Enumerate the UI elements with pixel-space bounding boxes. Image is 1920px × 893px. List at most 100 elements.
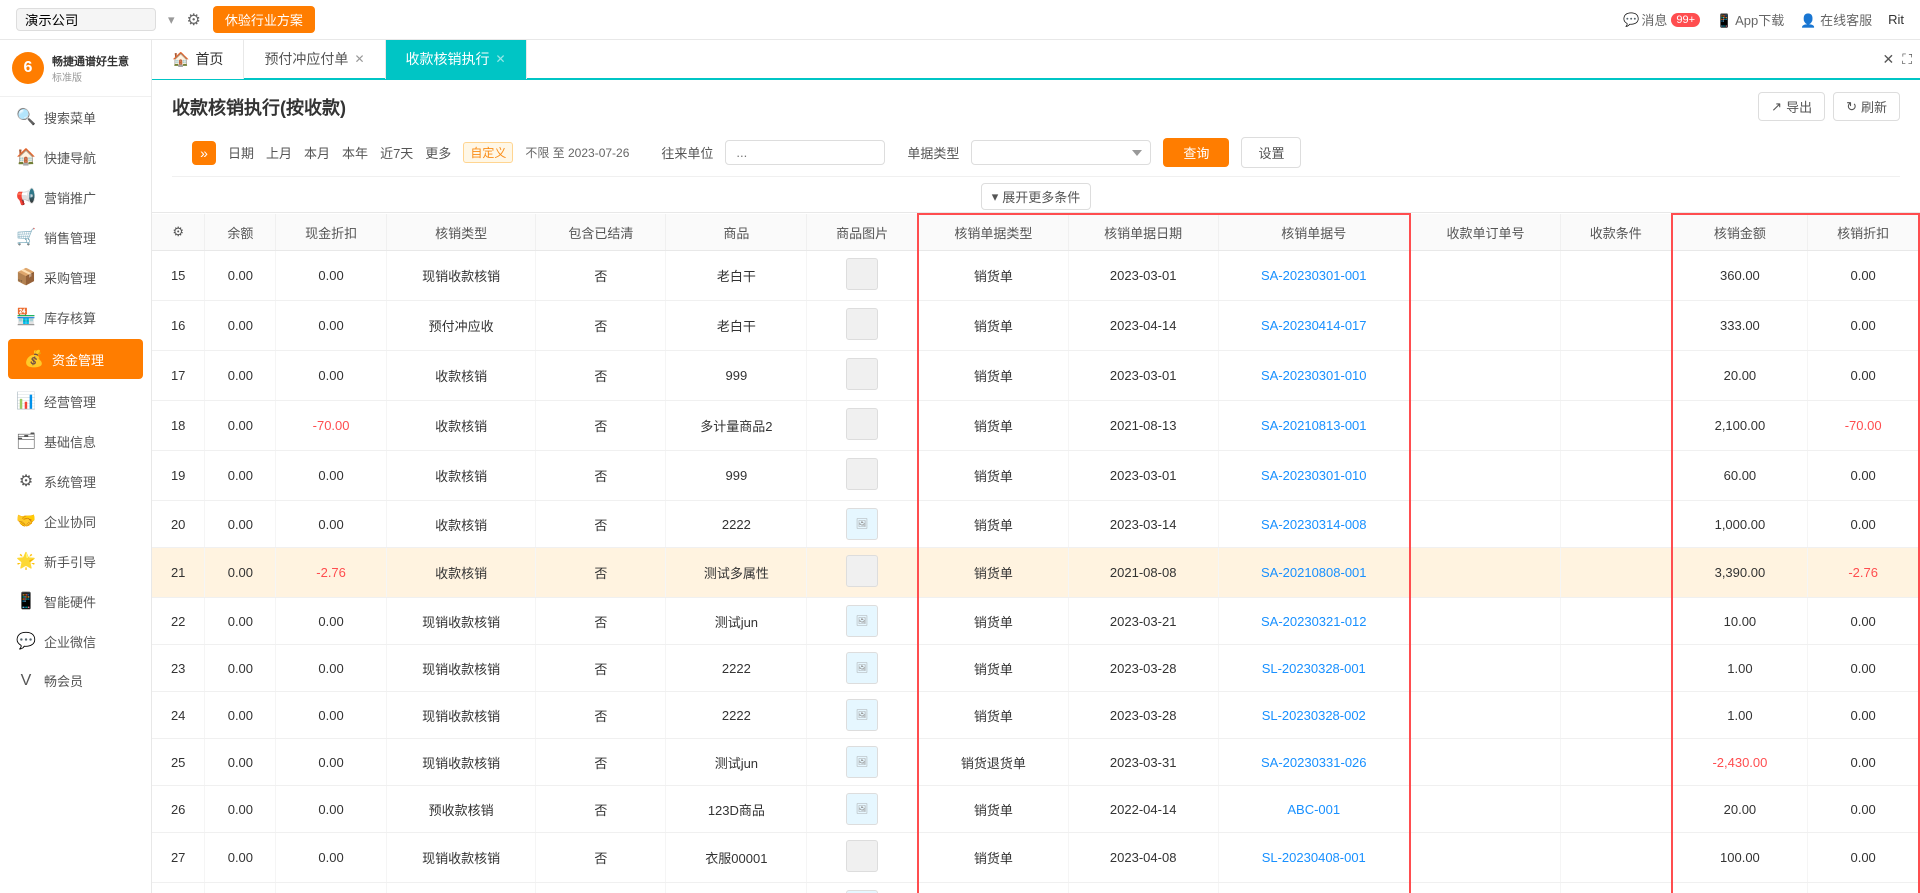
sidebar-item-inventory[interactable]: 🏪 库存核算 bbox=[0, 297, 151, 337]
col-header-settings[interactable]: ⚙ bbox=[152, 214, 205, 251]
verify-bill-no-cell[interactable]: SA-20230301-010 bbox=[1218, 351, 1410, 401]
verify-bill-date-cell: 2023-03-14 bbox=[1068, 501, 1218, 548]
verify-bill-no-cell[interactable]: SL-20230328-001 bbox=[1218, 645, 1410, 692]
verify-bill-no-link[interactable]: SA-20230321-012 bbox=[1261, 614, 1367, 629]
verify-bill-no-link[interactable]: SA-20210808-001 bbox=[1261, 565, 1367, 580]
verify-discount-cell: 0.00 bbox=[1808, 786, 1919, 833]
verify-bill-no-link[interactable]: SL-20230408-001 bbox=[1262, 850, 1366, 865]
sidebar-item-finance[interactable]: 💰 资金管理 bbox=[8, 339, 143, 379]
verify-bill-no-cell[interactable]: SL-20230328-002 bbox=[1218, 692, 1410, 739]
expand-icon[interactable]: ⛶ bbox=[1902, 51, 1912, 68]
verify-bill-no-link[interactable]: SL-20230328-002 bbox=[1262, 708, 1366, 723]
verify-bill-no-link[interactable]: SA-20230331-026 bbox=[1261, 755, 1367, 770]
verify-bill-no-link[interactable]: SA-20230314-008 bbox=[1261, 517, 1367, 532]
tab-home[interactable]: 🏠 首页 bbox=[152, 40, 244, 79]
verify-bill-type-cell: 销货单 bbox=[918, 501, 1068, 548]
query-button[interactable]: 查询 bbox=[1163, 138, 1229, 167]
sidebar-item-basic[interactable]: 🗂 基础信息 bbox=[0, 421, 151, 461]
sidebar-item-purchase[interactable]: 📦 采购管理 bbox=[0, 257, 151, 297]
tab-receipt[interactable]: 收款核销执行 ✕ bbox=[386, 40, 527, 79]
verify-discount-cell: 0.00 bbox=[1808, 645, 1919, 692]
verify-bill-no-link[interactable]: ABC-001 bbox=[1287, 802, 1340, 817]
receipt-condition-cell bbox=[1560, 351, 1671, 401]
verify-bill-no-cell[interactable]: ABC-001 bbox=[1218, 786, 1410, 833]
gear-icon[interactable]: ⚙ bbox=[187, 10, 201, 30]
receipt-order-no-cell bbox=[1410, 692, 1560, 739]
tab-receipt-close-icon[interactable]: ✕ bbox=[496, 52, 506, 66]
expand-more-button[interactable]: ▾ 展开更多条件 bbox=[981, 183, 1092, 210]
data-table-container[interactable]: ⚙余额现金折扣核销类型包含已结清商品商品图片核销单据类型核销单据日期核销单据号收… bbox=[152, 213, 1920, 893]
sidebar-item-member[interactable]: V 畅会员 bbox=[0, 661, 151, 700]
app-download-link[interactable]: 📱 App下载 bbox=[1716, 10, 1784, 29]
last7-link[interactable]: 近7天 bbox=[380, 143, 413, 162]
this-year-link[interactable]: 本年 bbox=[342, 143, 368, 162]
filter-expand-button[interactable]: » bbox=[192, 141, 216, 165]
filter-settings-button[interactable]: 设置 bbox=[1241, 137, 1301, 168]
sidebar-item-shortcut[interactable]: 🏠 快捷导航 bbox=[0, 137, 151, 177]
verify-bill-no-cell[interactable]: SA-20230314-008 bbox=[1218, 501, 1410, 548]
col-header-receipt_condition: 收款条件 bbox=[1560, 214, 1671, 251]
verify-bill-no-cell[interactable]: SA-20230301-010 bbox=[1218, 451, 1410, 501]
verify-bill-no-cell[interactable]: SA-20230301-001 bbox=[1218, 251, 1410, 301]
basic-icon: 🗂 bbox=[16, 431, 36, 451]
verify-amount-cell: 100.00 bbox=[1672, 883, 1808, 893]
voucher-type-select[interactable] bbox=[971, 140, 1151, 165]
management-icon: 📊 bbox=[16, 391, 36, 411]
last-month-link[interactable]: 上月 bbox=[266, 143, 292, 162]
product-image bbox=[846, 358, 878, 390]
sidebar-item-wechat[interactable]: 💬 企业微信 bbox=[0, 621, 151, 661]
sidebar-item-sales[interactable]: 🛒 销售管理 bbox=[0, 217, 151, 257]
sidebar-item-corp[interactable]: 🤝 企业协同 bbox=[0, 501, 151, 541]
receipt-condition-cell bbox=[1560, 692, 1671, 739]
goods-cell: 2222 bbox=[666, 645, 807, 692]
this-month-link[interactable]: 本月 bbox=[304, 143, 330, 162]
company-input[interactable] bbox=[16, 8, 156, 31]
product-image bbox=[846, 840, 878, 872]
table-row: 280.000.00现销收款核销否2222🖼销货单2023-04-18SL-20… bbox=[152, 883, 1919, 893]
verify-bill-no-cell[interactable]: SA-20230321-012 bbox=[1218, 598, 1410, 645]
counterpart-input[interactable] bbox=[725, 140, 885, 165]
sidebar-item-system[interactable]: ⚙ 系统管理 bbox=[0, 461, 151, 501]
verify-bill-no-link[interactable]: SA-20230301-010 bbox=[1261, 368, 1367, 383]
online-service-link[interactable]: 👤 在线客服 bbox=[1800, 10, 1872, 29]
export-button[interactable]: ↗ 导出 bbox=[1758, 92, 1825, 121]
verify-bill-no-cell[interactable]: SA-20210813-001 bbox=[1218, 401, 1410, 451]
inventory-icon: 🏪 bbox=[16, 307, 36, 327]
verify-bill-no-link[interactable]: SA-20230301-010 bbox=[1261, 468, 1367, 483]
verify-bill-no-link[interactable]: SL-20230328-001 bbox=[1262, 661, 1366, 676]
verify-bill-no-link[interactable]: SA-20210813-001 bbox=[1261, 418, 1367, 433]
verify-bill-no-cell[interactable]: SL-20230418-001 bbox=[1218, 883, 1410, 893]
tab-bar: 🏠 首页 预付冲应付单 ✕ 收款核销执行 ✕ ✕ ⛶ bbox=[152, 40, 1920, 80]
verify-bill-no-cell[interactable]: SA-20210808-001 bbox=[1218, 548, 1410, 598]
industry-button[interactable]: 休验行业方案 bbox=[213, 6, 315, 33]
row-num-cell: 27 bbox=[152, 833, 205, 883]
tab-prepay-close-icon[interactable]: ✕ bbox=[354, 52, 364, 66]
verify-bill-no-link[interactable]: SA-20230301-001 bbox=[1261, 268, 1367, 283]
refresh-button[interactable]: ↻ 刷新 bbox=[1833, 92, 1900, 121]
sidebar-item-management[interactable]: 📊 经营管理 bbox=[0, 381, 151, 421]
close-window-icon[interactable]: ✕ bbox=[1882, 51, 1894, 68]
message-section[interactable]: 💬 消息 99+ bbox=[1623, 10, 1700, 29]
sidebar-item-hardware[interactable]: 📱 智能硬件 bbox=[0, 581, 151, 621]
verify-discount-cell: 0.00 bbox=[1808, 451, 1919, 501]
top-bar-left: ▾ ⚙ 休验行业方案 bbox=[16, 6, 315, 33]
goods-img-cell bbox=[807, 351, 918, 401]
sidebar-item-label-member: 畅会员 bbox=[44, 671, 83, 690]
verify-bill-no-link[interactable]: SA-20230414-017 bbox=[1261, 318, 1367, 333]
sidebar-item-newbie[interactable]: 🌟 新手引导 bbox=[0, 541, 151, 581]
sidebar-item-search[interactable]: 🔍 搜索菜单 bbox=[0, 97, 151, 137]
verify-bill-date-cell: 2023-04-18 bbox=[1068, 883, 1218, 893]
verify-type-cell: 收款核销 bbox=[386, 401, 536, 451]
verify-bill-no-cell[interactable]: SA-20230331-026 bbox=[1218, 739, 1410, 786]
user-name[interactable]: Rit bbox=[1888, 12, 1904, 27]
custom-date-btn[interactable]: 自定义 bbox=[463, 142, 513, 163]
verify-bill-no-cell[interactable]: SL-20230408-001 bbox=[1218, 833, 1410, 883]
more-link[interactable]: 更多 bbox=[425, 143, 451, 162]
verify-bill-no-cell[interactable]: SA-20230414-017 bbox=[1218, 301, 1410, 351]
verify-bill-date-cell: 2023-03-01 bbox=[1068, 451, 1218, 501]
verify-bill-date-cell: 2023-04-08 bbox=[1068, 833, 1218, 883]
tab-prepay[interactable]: 预付冲应付单 ✕ bbox=[244, 40, 385, 79]
verify-discount-cell: 0.00 bbox=[1808, 883, 1919, 893]
row-num-cell: 17 bbox=[152, 351, 205, 401]
sidebar-item-marketing[interactable]: 📢 营销推广 bbox=[0, 177, 151, 217]
